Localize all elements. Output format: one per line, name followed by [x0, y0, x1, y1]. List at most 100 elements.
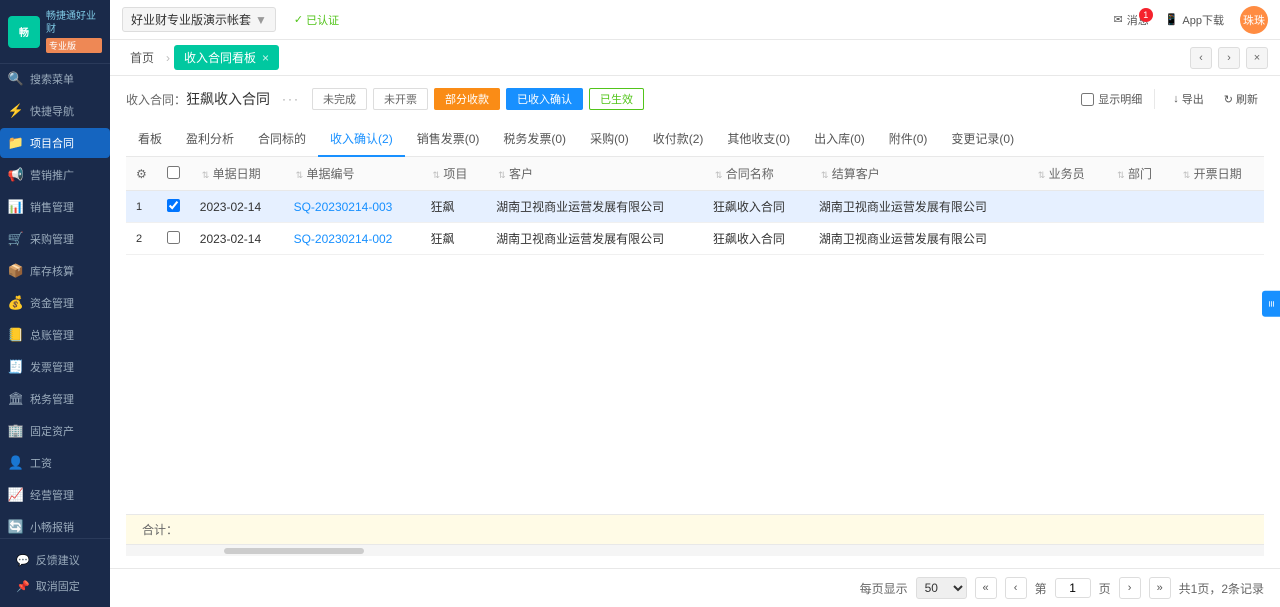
sidebar-item-13[interactable]: 📈经营管理	[0, 480, 110, 510]
messages-button[interactable]: ✉ 消息 1	[1114, 12, 1149, 28]
sidebar-item-8[interactable]: 📒总账管理	[0, 320, 110, 350]
last-page-btn[interactable]: »	[1149, 577, 1171, 599]
sort-icon-2: ⇅	[296, 170, 304, 180]
company-selector[interactable]: 好业财专业版演示帐套 ▼	[122, 7, 276, 32]
cell-number[interactable]: SQ-20230214-002	[284, 223, 421, 255]
status-btn-3[interactable]: 已收入确认	[506, 88, 583, 110]
sub-tab-4[interactable]: 销售发票(0)	[405, 122, 492, 157]
more-button[interactable]: ···	[282, 92, 300, 106]
show-detail-checkbox[interactable]	[1081, 93, 1094, 106]
side-action-button[interactable]: ≡	[1262, 290, 1280, 316]
tab-close-button[interactable]: ×	[262, 51, 269, 65]
status-btn-0[interactable]: 未完成	[312, 88, 367, 110]
th-project[interactable]: ⇅ 项目	[421, 157, 487, 191]
sidebar-item-0[interactable]: 🔍搜索菜单	[0, 64, 110, 94]
sidebar-item-6[interactable]: 📦库存核算	[0, 256, 110, 286]
tab-nav-close[interactable]: ×	[1246, 47, 1268, 69]
sub-tab-2[interactable]: 合同标的	[246, 122, 318, 157]
nav-label-13: 经营管理	[30, 487, 74, 503]
sidebar-item-3[interactable]: 📢营销推广	[0, 160, 110, 190]
status-btn-1[interactable]: 未开票	[373, 88, 428, 110]
page-input[interactable]	[1055, 578, 1091, 598]
th-customer[interactable]: ⇅ 客户	[486, 157, 703, 191]
show-detail-checkbox-label[interactable]: 显示明细	[1081, 91, 1142, 107]
unpin-icon: 📌	[16, 580, 30, 593]
first-page-btn[interactable]: «	[975, 577, 997, 599]
number-link-0[interactable]: SQ-20230214-003	[294, 200, 393, 214]
th-settlement[interactable]: ⇅ 结算客户	[809, 157, 1026, 191]
sidebar-unpin[interactable]: 📌 取消固定	[8, 573, 102, 599]
th-date[interactable]: ⇅ 单据日期	[190, 157, 284, 191]
company-name: 好业财专业版演示帐套	[131, 11, 251, 28]
th-checkbox[interactable]	[157, 157, 190, 191]
notification-badge: 1	[1139, 8, 1153, 22]
sub-tab-8[interactable]: 其他收支(0)	[715, 122, 802, 157]
export-button[interactable]: ↓ 导出	[1167, 88, 1210, 110]
page-label-after: 页	[1099, 580, 1111, 597]
row-checkbox-0[interactable]	[167, 199, 180, 212]
sub-tab-6[interactable]: 采购(0)	[578, 122, 641, 157]
sub-tab-9[interactable]: 出入库(0)	[802, 122, 877, 157]
per-page-select[interactable]: 50 100 200	[916, 577, 967, 599]
scroll-bar-area[interactable]	[126, 544, 1264, 556]
app-download-button[interactable]: 📱 App下载	[1165, 12, 1224, 28]
logo-text: 畅捷通好业财	[46, 10, 102, 36]
refresh-button[interactable]: ↻ 刷新	[1218, 88, 1264, 110]
row-checkbox-1[interactable]	[167, 231, 180, 244]
cell-number[interactable]: SQ-20230214-003	[284, 191, 421, 223]
th-department[interactable]: ⇅ 部门	[1105, 157, 1171, 191]
sidebar-feedback[interactable]: 💬 反馈建议	[8, 547, 102, 573]
nav-label-2: 项目合同	[30, 135, 74, 151]
sidebar-item-5[interactable]: 🛒采购管理	[0, 224, 110, 254]
th-contract-name[interactable]: ⇅ 合同名称	[703, 157, 809, 191]
sub-tab-10[interactable]: 附件(0)	[877, 122, 940, 157]
table-row[interactable]: 1 2023-02-14 SQ-20230214-003 狂飙 湖南卫视商业运营…	[126, 191, 1264, 223]
tab-nav-next[interactable]: ›	[1218, 47, 1240, 69]
th-settings[interactable]: ⚙	[126, 157, 157, 191]
user-avatar[interactable]: 珠珠	[1240, 6, 1268, 34]
nav-label-5: 采购管理	[30, 231, 74, 247]
sidebar-item-9[interactable]: 🧾发票管理	[0, 352, 110, 382]
sidebar-item-4[interactable]: 📊销售管理	[0, 192, 110, 222]
nav-label-7: 资金管理	[30, 295, 74, 311]
sidebar-item-10[interactable]: 🏛税务管理	[0, 384, 110, 414]
sidebar-item-11[interactable]: 🏢固定资产	[0, 416, 110, 446]
sub-tab-0[interactable]: 看板	[126, 122, 174, 157]
certified-badge: ✓ 已认证	[294, 12, 339, 28]
tab-active-contract[interactable]: 收入合同看板 ×	[174, 45, 279, 70]
sub-tab-7[interactable]: 收付款(2)	[641, 122, 716, 157]
prev-page-btn[interactable]: ‹	[1005, 577, 1027, 599]
sub-tab-1[interactable]: 盈利分析	[174, 122, 246, 157]
nav-label-12: 工资	[30, 455, 52, 471]
cell-checkbox[interactable]	[157, 191, 190, 223]
tab-home[interactable]: 首页	[122, 49, 162, 66]
status-btn-4[interactable]: 已生效	[589, 88, 644, 110]
th-invoice-date[interactable]: ⇅ 开票日期	[1171, 157, 1264, 191]
status-btn-2[interactable]: 部分收款	[434, 88, 500, 110]
cell-settlement: 湖南卫视商业运营发展有限公司	[809, 223, 1026, 255]
scroll-thumb[interactable]	[224, 548, 364, 554]
sub-tab-11[interactable]: 变更记录(0)	[939, 122, 1026, 157]
select-all-checkbox[interactable]	[167, 166, 180, 179]
tab-nav-icons: ‹ › ×	[1190, 47, 1268, 69]
sidebar-item-7[interactable]: 💰资金管理	[0, 288, 110, 318]
tab-nav-prev[interactable]: ‹	[1190, 47, 1212, 69]
sub-tab-3[interactable]: 收入确认(2)	[318, 122, 405, 157]
th-number[interactable]: ⇅ 单据编号	[284, 157, 421, 191]
sidebar-item-14[interactable]: 🔄小畅报销	[0, 512, 110, 538]
sidebar-item-2[interactable]: 📁项目合同	[0, 128, 110, 158]
table-container[interactable]: ⚙ ⇅ 单据日期 ⇅ 单据编号 ⇅ 项目 ⇅ 客户 ⇅ 合同名称 ⇅ 结算客户 …	[126, 157, 1264, 514]
sidebar-item-12[interactable]: 👤 工资	[0, 448, 110, 478]
nav-label-3: 营销推广	[30, 167, 74, 183]
number-link-1[interactable]: SQ-20230214-002	[294, 232, 393, 246]
sidebar-item-1[interactable]: ⚡快捷导航	[0, 96, 110, 126]
nav-icon-12: 👤	[8, 455, 24, 471]
settings-icon[interactable]: ⚙	[136, 167, 147, 181]
table-row[interactable]: 2 2023-02-14 SQ-20230214-002 狂飙 湖南卫视商业运营…	[126, 223, 1264, 255]
th-salesman[interactable]: ⇅ 业务员	[1026, 157, 1105, 191]
nav-icon-1: ⚡	[8, 103, 24, 119]
sub-tab-5[interactable]: 税务发票(0)	[491, 122, 578, 157]
cell-checkbox[interactable]	[157, 223, 190, 255]
nav-icon-9: 🧾	[8, 359, 24, 375]
next-page-btn[interactable]: ›	[1119, 577, 1141, 599]
